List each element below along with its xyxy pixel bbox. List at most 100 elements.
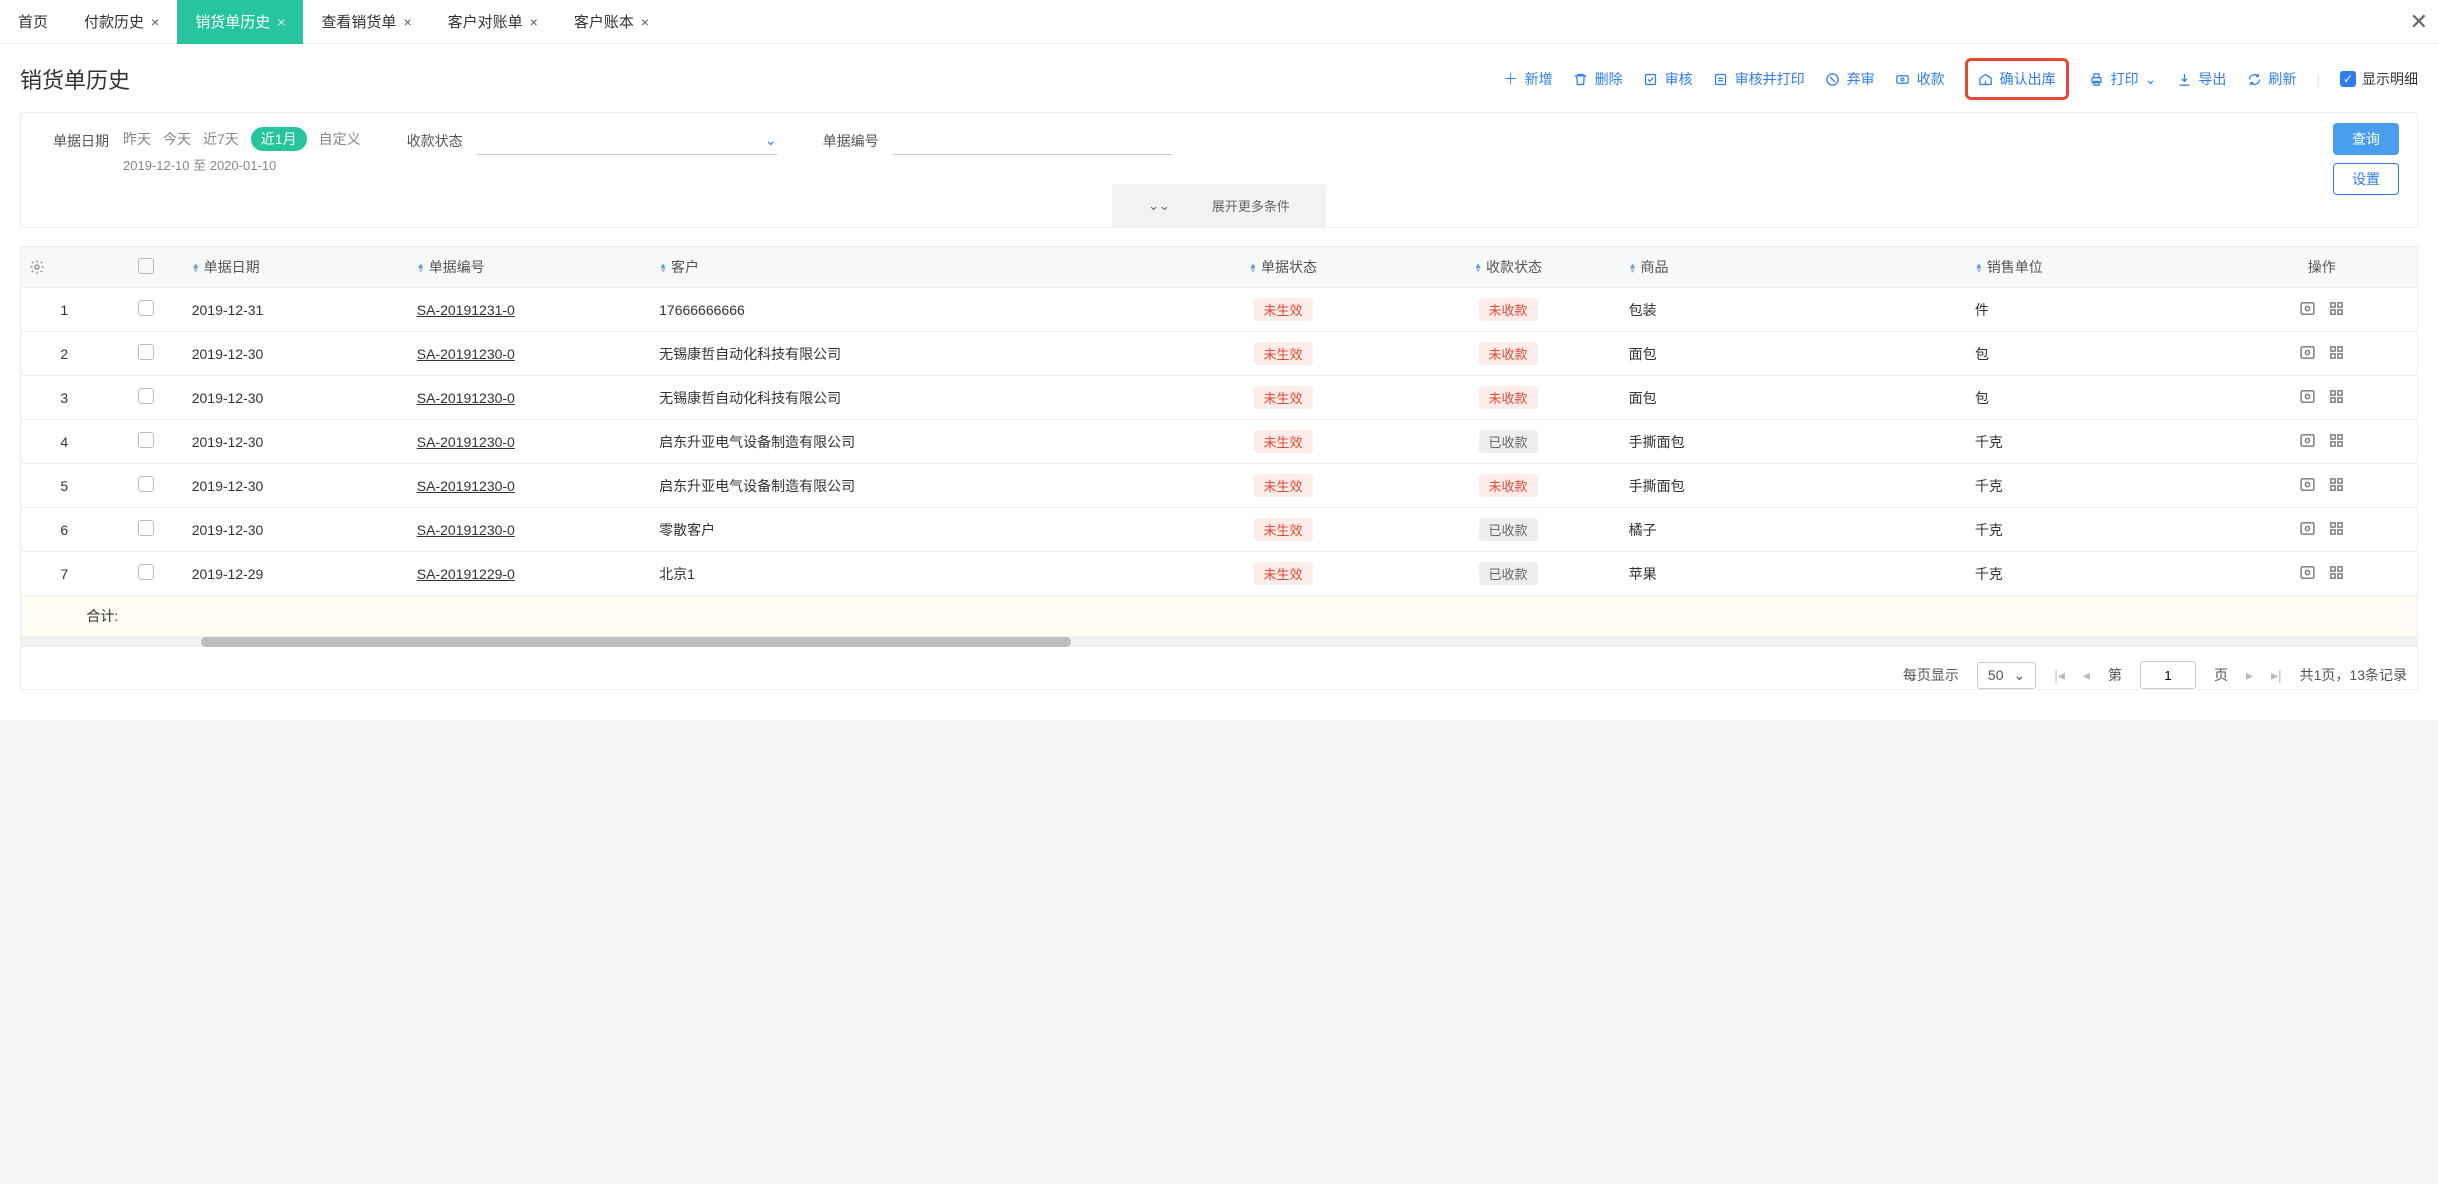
date-quick-last7[interactable]: 近7天 (203, 129, 239, 149)
cell-pay-status: 未收款 (1396, 288, 1621, 332)
tab-5[interactable]: 客户账本× (556, 0, 667, 44)
trash-icon (1573, 71, 1589, 87)
print-button[interactable]: 打印⌄ (2089, 69, 2157, 89)
more-icon[interactable] (2328, 388, 2345, 405)
cell-date: 2019-12-30 (184, 332, 409, 376)
cell-docno[interactable]: SA-20191231-0 (409, 288, 651, 332)
col-customer[interactable]: 客户 (651, 247, 1170, 288)
next-page-button[interactable]: ▸ (2246, 667, 2253, 684)
cell-docno[interactable]: SA-20191230-0 (409, 508, 651, 552)
date-quick-today[interactable]: 今天 (163, 129, 191, 149)
row-select[interactable] (108, 552, 184, 596)
pagination: 每页显示 50⌄ |◂ ◂ 第 页 ▸ ▸| 共1页，13条记录 (21, 647, 2417, 689)
unaudit-button[interactable]: 弃审 (1825, 69, 1875, 89)
cell-docno[interactable]: SA-20191230-0 (409, 332, 651, 376)
col-product[interactable]: 商品 (1621, 247, 1967, 288)
close-icon[interactable]: × (530, 14, 538, 30)
view-icon[interactable] (2299, 388, 2316, 405)
row-select[interactable] (108, 420, 184, 464)
last-page-button[interactable]: ▸| (2271, 667, 2282, 684)
row-select[interactable] (108, 464, 184, 508)
cell-docno[interactable]: SA-20191229-0 (409, 552, 651, 596)
col-unit[interactable]: 销售单位 (1967, 247, 2227, 288)
data-table: 单据日期 单据编号 客户 单据状态 收款状态 商品 销售单位 操作 12019-… (20, 246, 2418, 690)
tab-label: 查看销货单 (321, 11, 396, 32)
sort-icon (1249, 263, 1257, 273)
pay-status-label: 收款状态 (401, 127, 463, 151)
col-settings[interactable] (21, 247, 108, 288)
refresh-button[interactable]: 刷新 (2246, 69, 2296, 89)
col-doc-status[interactable]: 单据状态 (1170, 247, 1395, 288)
more-icon[interactable] (2328, 564, 2345, 581)
date-quick-yesterday[interactable]: 昨天 (123, 129, 151, 149)
table-row: 72019-12-29SA-20191229-0北京1未生效已收款苹果千克 (21, 552, 2417, 596)
more-icon[interactable] (2328, 476, 2345, 493)
tabs-bar: 首页付款历史×销货单历史×查看销货单×客户对账单×客户账本× ✕ (0, 0, 2438, 44)
close-icon[interactable]: × (277, 14, 285, 30)
add-button[interactable]: ＋新增 (1503, 69, 1553, 89)
close-icon[interactable]: × (151, 14, 159, 30)
export-button[interactable]: 导出 (2176, 69, 2226, 89)
expand-more-button[interactable]: ⌄⌄展开更多条件 (1112, 184, 1326, 227)
col-select-all[interactable] (108, 247, 184, 288)
cell-docno[interactable]: SA-20191230-0 (409, 420, 651, 464)
tab-label: 客户对账单 (448, 11, 523, 32)
view-icon[interactable] (2299, 520, 2316, 537)
query-button[interactable]: 查询 (2333, 123, 2399, 155)
cell-docno[interactable]: SA-20191230-0 (409, 464, 651, 508)
first-page-button[interactable]: |◂ (2054, 667, 2065, 684)
show-detail-toggle[interactable]: ✓显示明细 (2340, 69, 2418, 89)
page-input[interactable] (2140, 661, 2196, 689)
close-icon[interactable]: × (641, 14, 649, 30)
row-select[interactable] (108, 288, 184, 332)
chevron-down-icon: ⌄ (765, 132, 777, 149)
close-all-tabs-icon[interactable]: ✕ (2410, 9, 2428, 35)
view-icon[interactable] (2299, 344, 2316, 361)
per-page-select[interactable]: 50⌄ (1977, 662, 2036, 689)
col-date[interactable]: 单据日期 (184, 247, 409, 288)
cell-docno[interactable]: SA-20191230-0 (409, 376, 651, 420)
unaudit-label: 弃审 (1847, 69, 1875, 89)
date-quick-last-month[interactable]: 近1月 (251, 127, 307, 151)
date-label: 单据日期 (47, 127, 109, 151)
receipt-button[interactable]: 收款 (1895, 69, 1945, 89)
prev-page-button[interactable]: ◂ (2083, 667, 2090, 684)
confirm-out-button[interactable]: 确认出库 (1965, 58, 2069, 100)
col-docno[interactable]: 单据编号 (409, 247, 651, 288)
delete-button[interactable]: 删除 (1573, 69, 1623, 89)
cell-unit: 千克 (1967, 420, 2227, 464)
audit-print-button[interactable]: 审核并打印 (1713, 69, 1805, 89)
horizontal-scrollbar[interactable] (21, 637, 2417, 647)
tab-1[interactable]: 付款历史× (66, 0, 177, 44)
docno-input[interactable] (893, 127, 1173, 155)
row-select[interactable] (108, 508, 184, 552)
col-pay-status[interactable]: 收款状态 (1396, 247, 1621, 288)
view-icon[interactable] (2299, 476, 2316, 493)
row-select[interactable] (108, 332, 184, 376)
tab-0[interactable]: 首页 (0, 0, 66, 44)
more-icon[interactable] (2328, 300, 2345, 317)
pay-status-select[interactable]: ⌄ (477, 127, 777, 155)
tab-4[interactable]: 客户对账单 × (430, 0, 556, 44)
scrollbar-thumb[interactable] (201, 637, 1071, 647)
row-select[interactable] (108, 376, 184, 420)
cell-customer: 启东升亚电气设备制造有限公司 (651, 464, 1170, 508)
settings-button[interactable]: 设置 (2333, 163, 2399, 195)
cell-date: 2019-12-30 (184, 508, 409, 552)
cell-doc-status: 未生效 (1170, 376, 1395, 420)
cell-pay-status: 未收款 (1396, 376, 1621, 420)
more-icon[interactable] (2328, 520, 2345, 537)
close-icon[interactable]: × (403, 14, 411, 30)
checkbox-checked-icon: ✓ (2340, 71, 2356, 87)
tab-2[interactable]: 销货单历史× (177, 0, 303, 44)
view-icon[interactable] (2299, 300, 2316, 317)
tab-3[interactable]: 查看销货单 × (303, 0, 429, 44)
view-icon[interactable] (2299, 432, 2316, 449)
more-icon[interactable] (2328, 432, 2345, 449)
more-icon[interactable] (2328, 344, 2345, 361)
sort-icon (192, 263, 200, 273)
view-icon[interactable] (2299, 564, 2316, 581)
cell-ops (2226, 420, 2417, 464)
date-quick-custom[interactable]: 自定义 (319, 129, 361, 149)
audit-button[interactable]: 审核 (1643, 69, 1693, 89)
